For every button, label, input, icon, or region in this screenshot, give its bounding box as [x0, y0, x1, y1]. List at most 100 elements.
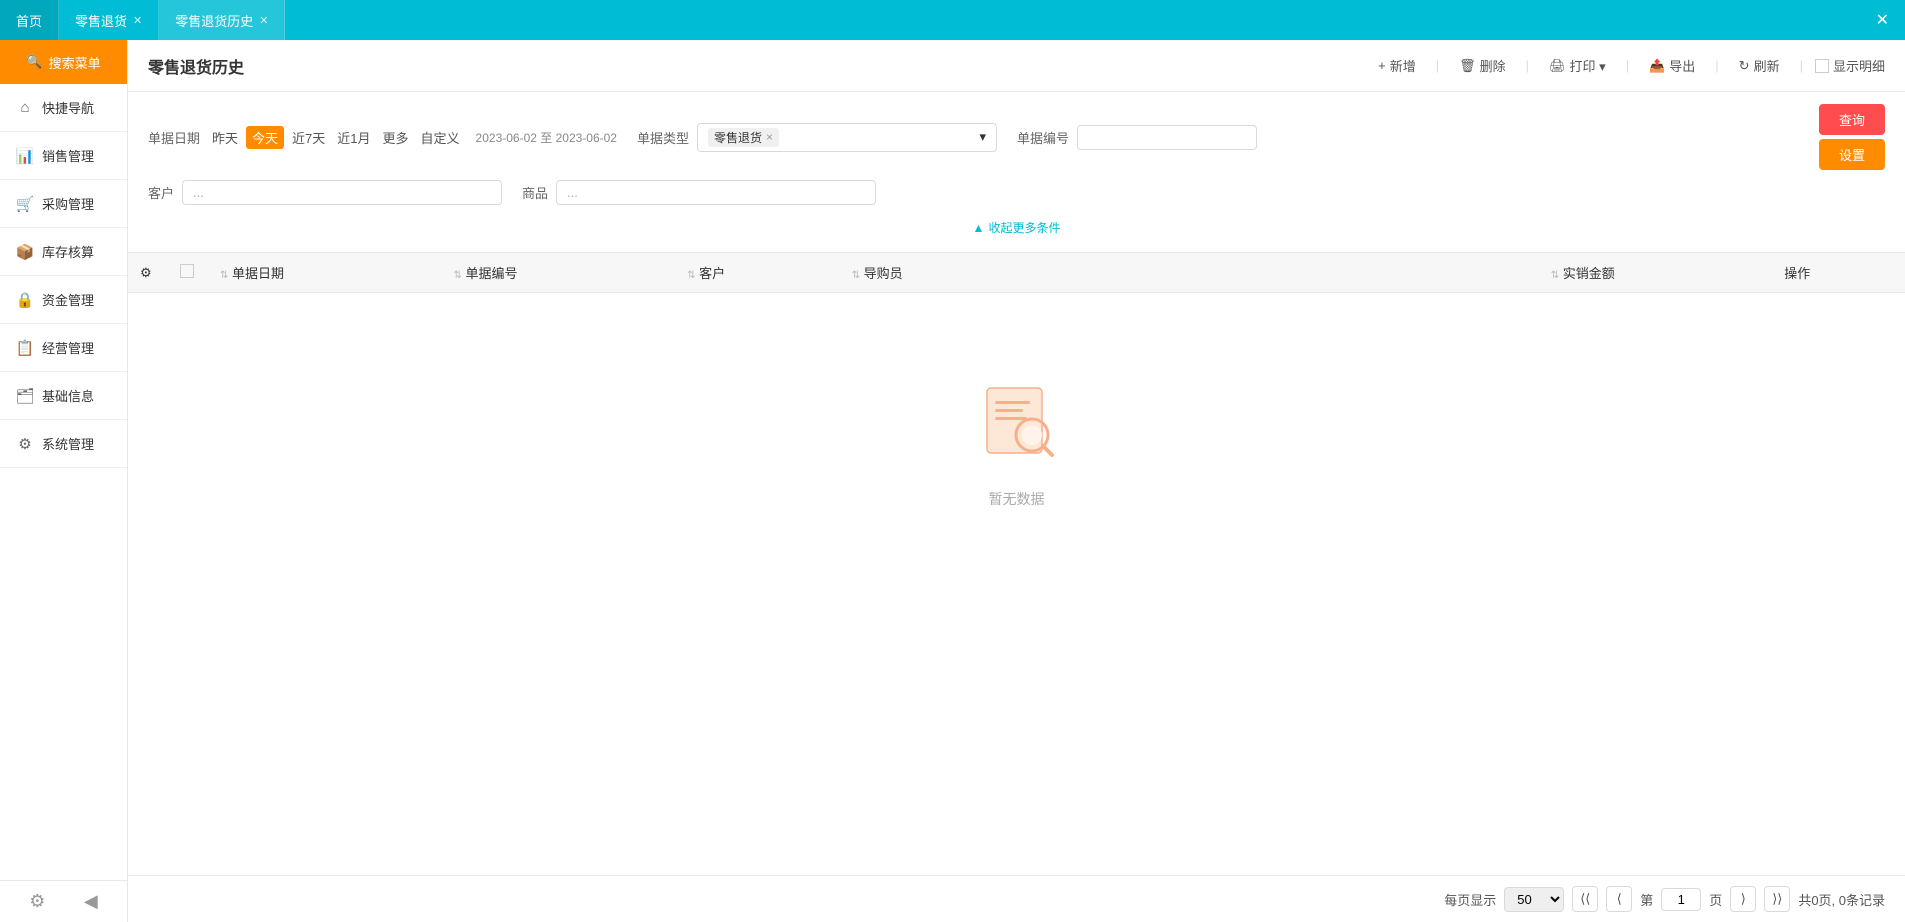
voucher-type-select[interactable]: 零售退货 × ▾: [697, 123, 997, 152]
sidebar-item-system-label: 系统管理: [42, 434, 94, 453]
page-header: 零售退货历史 + 新增 | 🗑 删除 | 🖨 打印 ▾ | �: [128, 40, 1905, 92]
new-icon: +: [1378, 58, 1386, 73]
delete-label: 删除: [1480, 56, 1506, 75]
export-label: 导出: [1669, 56, 1695, 75]
sidebar-item-inventory-calc[interactable]: 📦 库存核算: [0, 228, 127, 276]
tab-retail-return-close[interactable]: ✕: [133, 14, 142, 27]
sidebar-item-quick-nav[interactable]: ⌂ 快捷导航: [0, 84, 127, 132]
page-number-input[interactable]: [1661, 888, 1701, 911]
tab-retail-return-history[interactable]: 零售退货历史 ✕: [159, 0, 285, 40]
refresh-label: 刷新: [1754, 56, 1780, 75]
collapse-bar[interactable]: ▲ 收起更多条件: [148, 215, 1885, 240]
system-icon: ⚙: [16, 435, 34, 453]
page-next-button[interactable]: ⟩: [1730, 886, 1756, 912]
operations-icon: 📋: [16, 339, 34, 357]
show-detail-toggle[interactable]: 显示明细: [1815, 56, 1885, 75]
date-opt-7days[interactable]: 近7天: [288, 126, 329, 149]
sidebar-item-sales-mgmt[interactable]: 📊 销售管理: [0, 132, 127, 180]
date-opt-custom[interactable]: 自定义: [417, 126, 464, 149]
settings-icon[interactable]: ⚙: [29, 891, 45, 912]
voucher-num-label: 单据编号: [1017, 128, 1069, 147]
th-customer[interactable]: ⇅ 客户: [675, 253, 840, 293]
customer-label: 客户: [148, 183, 174, 202]
data-table: ⚙ ⇅ 单据日期 ⇅ 单据编号 ⇅ 客户 ⇅ 导购员 ⇅ 实销金额 操作: [128, 253, 1905, 293]
main-layout: 🔍 搜索菜单 ⌂ 快捷导航 📊 销售管理 🛒 采购管理 📦 库存核算 🔒 资金管…: [0, 40, 1905, 922]
date-range-display: 2023-06-02 至 2023-06-02: [476, 129, 617, 146]
tab-retail-return[interactable]: 零售退货 ✕: [59, 0, 159, 40]
th-settings[interactable]: ⚙: [128, 253, 168, 293]
customer-input[interactable]: ...: [182, 180, 502, 205]
sidebar-item-basic-info[interactable]: 🗂 基础信息: [0, 372, 127, 420]
search-menu-button[interactable]: 🔍 搜索菜单: [0, 40, 127, 84]
date-opt-1month[interactable]: 近1月: [333, 126, 374, 149]
page-unit: 页: [1709, 890, 1722, 909]
voucher-num-filter: 单据编号: [1017, 125, 1257, 150]
show-detail-checkbox[interactable]: [1815, 59, 1829, 73]
refresh-button[interactable]: ↻ 刷新: [1731, 52, 1788, 79]
top-bar: 首页 零售退货 ✕ 零售退货历史 ✕ ✕: [0, 0, 1905, 40]
goods-label: 商品: [522, 183, 548, 202]
sidebar-bottom: ⚙ ◀: [0, 880, 127, 922]
table-section: ⚙ ⇅ 单据日期 ⇅ 单据编号 ⇅ 客户 ⇅ 导购员 ⇅ 实销金额 操作: [128, 253, 1905, 875]
goods-input[interactable]: ...: [556, 180, 876, 205]
page-prev-button[interactable]: ⟨: [1606, 886, 1632, 912]
sidebar-item-operations-label: 经营管理: [42, 338, 94, 357]
purchase-icon: 🛒: [16, 195, 34, 213]
sidebar-item-purchase-mgmt[interactable]: 🛒 采购管理: [0, 180, 127, 228]
delete-button[interactable]: 🗑 删除: [1451, 52, 1514, 79]
sidebar-item-system-mgmt[interactable]: ⚙ 系统管理: [0, 420, 127, 468]
th-action: 操作: [1772, 253, 1905, 293]
date-opt-yesterday[interactable]: 昨天: [208, 126, 242, 149]
sidebar-item-quick-nav-label: 快捷导航: [42, 98, 94, 117]
th-spacer: [1039, 253, 1539, 293]
goods-placeholder: ...: [567, 185, 578, 200]
voucher-type-tag: 零售退货 ×: [708, 128, 779, 147]
window-close-button[interactable]: ✕: [1860, 10, 1905, 30]
collapse-sidebar-icon[interactable]: ◀: [84, 891, 98, 912]
refresh-icon: ↻: [1739, 58, 1750, 74]
th-guide[interactable]: ⇅ 导购员: [840, 253, 1039, 293]
print-icon: 🖨: [1549, 58, 1566, 74]
tab-home[interactable]: 首页: [0, 0, 59, 40]
th-amount[interactable]: ⇅ 实销金额: [1539, 253, 1773, 293]
page-last-button[interactable]: ⟩⟩: [1764, 886, 1790, 912]
new-button[interactable]: + 新增: [1370, 52, 1424, 79]
capital-icon: 🔒: [16, 291, 34, 309]
sidebar-item-operations-mgmt[interactable]: 📋 经营管理: [0, 324, 127, 372]
page-size-select[interactable]: 50 10 20 100: [1504, 887, 1564, 912]
date-filter: 单据日期 昨天 今天 近7天 近1月 更多 自定义 2023-06-02 至 2…: [148, 126, 617, 149]
settings-button[interactable]: 设置: [1819, 139, 1885, 170]
query-button[interactable]: 查询: [1819, 104, 1885, 135]
customer-filter: 客户 ...: [148, 180, 502, 205]
voucher-type-filter: 单据类型 零售退货 × ▾: [637, 123, 997, 152]
sidebar-item-basic-label: 基础信息: [42, 386, 94, 405]
goods-filter: 商品 ...: [522, 180, 876, 205]
tab-home-label: 首页: [16, 11, 42, 30]
page-title: 零售退货历史: [148, 54, 244, 78]
query-settings-group: 查询 设置: [1819, 104, 1885, 170]
print-button[interactable]: 🖨 打印 ▾: [1541, 52, 1614, 79]
th-checkbox[interactable]: [168, 253, 208, 293]
th-date[interactable]: ⇅ 单据日期: [208, 253, 442, 293]
pagination: 每页显示 50 10 20 100 ⟨⟨ ⟨ 第 页 ⟩ ⟩⟩ 共0页, 0条记…: [128, 875, 1905, 922]
tab-list: 首页 零售退货 ✕ 零售退货历史 ✕: [0, 0, 1860, 40]
filter-row-2: 客户 ... 商品 ...: [148, 180, 1885, 205]
th-number[interactable]: ⇅ 单据编号: [442, 253, 676, 293]
voucher-type-tag-text: 零售退货: [714, 129, 762, 146]
export-icon: 📤: [1649, 58, 1665, 74]
export-button[interactable]: 📤 导出: [1641, 52, 1703, 79]
content-area: 零售退货历史 + 新增 | 🗑 删除 | 🖨 打印 ▾ | �: [128, 40, 1905, 922]
delete-icon: 🗑: [1459, 58, 1476, 74]
sidebar-item-inventory-label: 库存核算: [42, 242, 94, 261]
sidebar-item-capital-mgmt[interactable]: 🔒 资金管理: [0, 276, 127, 324]
date-opt-more[interactable]: 更多: [379, 126, 413, 149]
tab-retail-return-history-close[interactable]: ✕: [259, 14, 268, 27]
page-first-button[interactable]: ⟨⟨: [1572, 886, 1598, 912]
voucher-num-input[interactable]: [1077, 125, 1257, 150]
voucher-type-label: 单据类型: [637, 128, 689, 147]
date-opt-today[interactable]: 今天: [246, 126, 284, 149]
inventory-icon: 📦: [16, 243, 34, 261]
date-options: 昨天 今天 近7天 近1月 更多 自定义: [208, 126, 464, 149]
sales-icon: 📊: [16, 147, 34, 165]
voucher-type-tag-close[interactable]: ×: [766, 130, 773, 144]
